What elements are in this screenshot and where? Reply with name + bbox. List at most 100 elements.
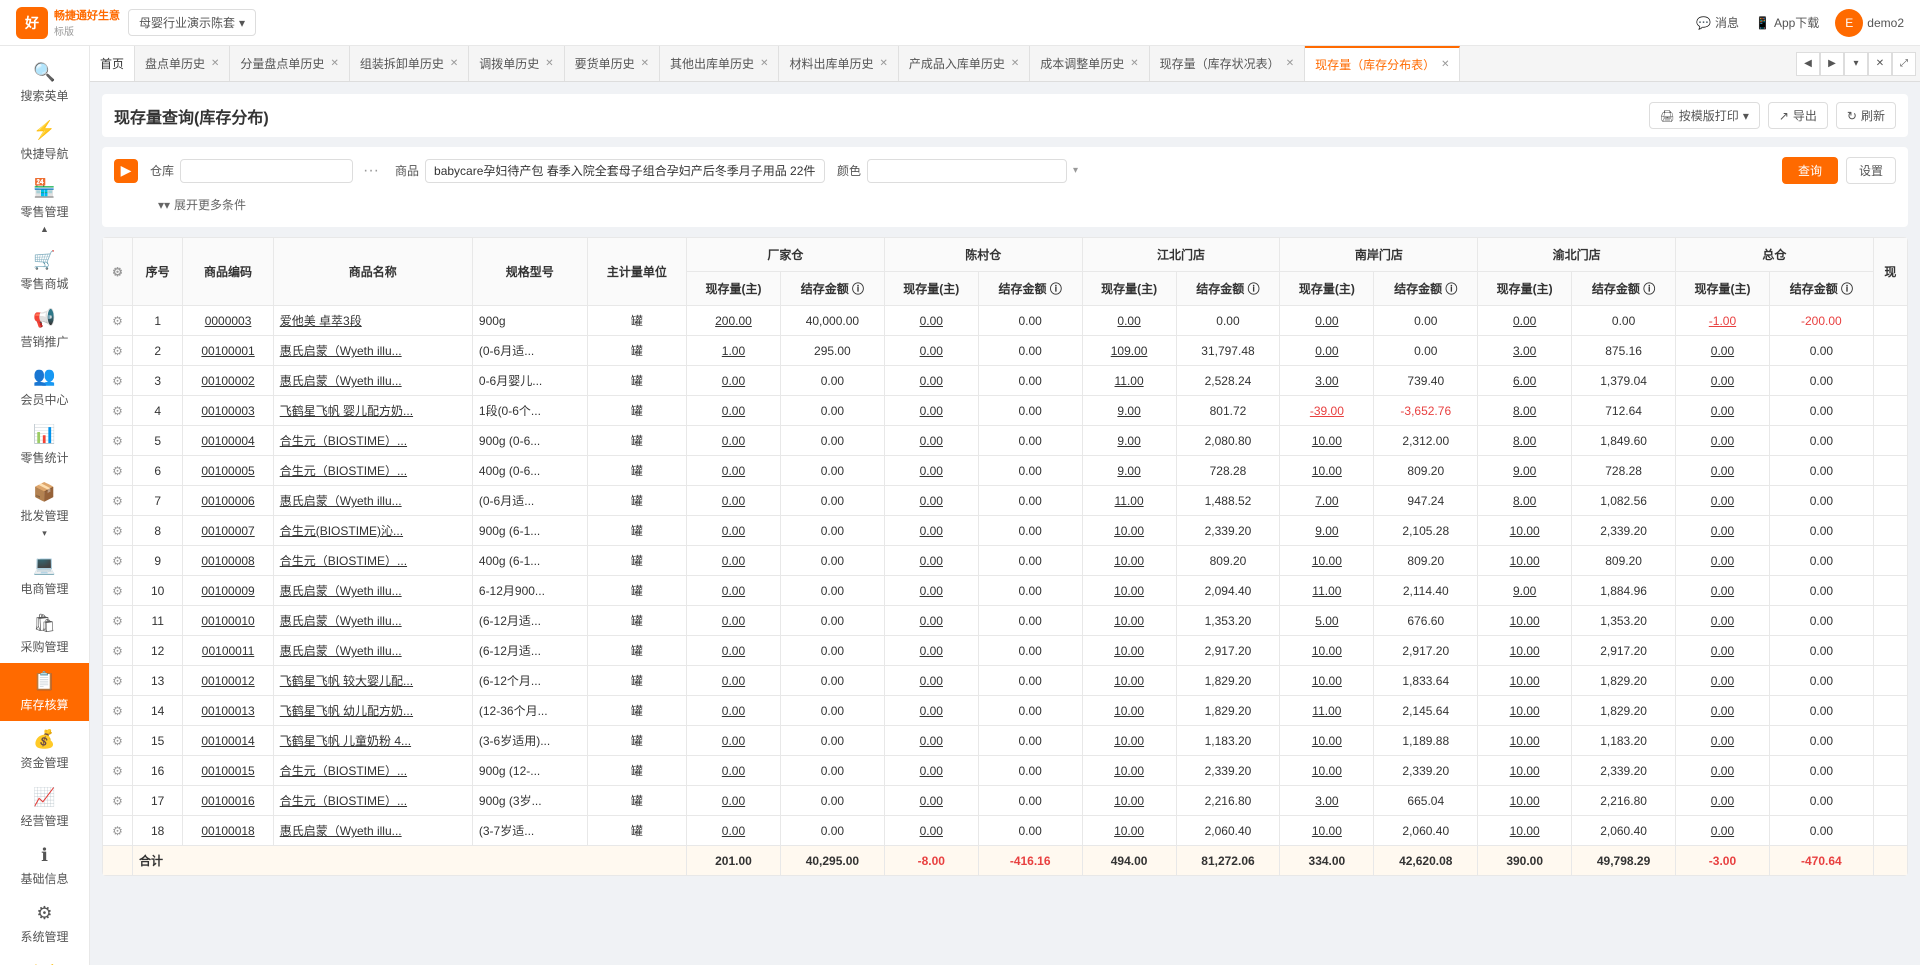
- row-gear[interactable]: ⚙: [103, 336, 133, 366]
- row-c1-qty[interactable]: 0.00: [687, 786, 781, 816]
- row-c1-qty[interactable]: 0.00: [687, 366, 781, 396]
- row-c5-qty[interactable]: 10.00: [1478, 666, 1572, 696]
- tab-stock-status[interactable]: 现存量（库存状况表） ✕: [1150, 46, 1305, 82]
- row-name[interactable]: 飞鹤星飞帆 婴儿配方奶...: [273, 396, 472, 426]
- row-c2-qty[interactable]: 0.00: [884, 306, 978, 336]
- row-c2-qty[interactable]: 0.00: [884, 696, 978, 726]
- tab-other-out[interactable]: 其他出库单历史 ✕: [660, 46, 779, 82]
- row-c4-qty[interactable]: 3.00: [1280, 786, 1374, 816]
- tab-close-all-button[interactable]: ✕: [1868, 52, 1892, 76]
- row-gear[interactable]: ⚙: [103, 456, 133, 486]
- warehouse-input[interactable]: [180, 159, 353, 183]
- row-total-qty[interactable]: 0.00: [1676, 816, 1770, 846]
- row-gear[interactable]: ⚙: [103, 396, 133, 426]
- row-c5-qty[interactable]: 10.00: [1478, 786, 1572, 816]
- row-name[interactable]: 飞鹤星飞帆 幼儿配方奶...: [273, 696, 472, 726]
- row-name[interactable]: 合生元（BIOSTIME）...: [273, 786, 472, 816]
- row-c4-qty[interactable]: 5.00: [1280, 606, 1374, 636]
- row-total-qty[interactable]: 0.00: [1676, 576, 1770, 606]
- sidebar-item-operations[interactable]: 📈 经营管理: [0, 779, 89, 837]
- row-code[interactable]: 00100002: [183, 366, 273, 396]
- row-total-qty[interactable]: 0.00: [1676, 546, 1770, 576]
- row-gear[interactable]: ⚙: [103, 666, 133, 696]
- row-c5-qty[interactable]: 10.00: [1478, 516, 1572, 546]
- row-name[interactable]: 惠氏启蒙（Wyeth illu...: [273, 366, 472, 396]
- row-code[interactable]: 00100018: [183, 816, 273, 846]
- sidebar-item-inventory[interactable]: 📋 库存核算: [0, 663, 89, 721]
- row-c5-qty[interactable]: 8.00: [1478, 426, 1572, 456]
- sidebar-item-collab[interactable]: 🤝 企业协同: [0, 953, 89, 965]
- row-c1-qty[interactable]: 0.00: [687, 486, 781, 516]
- row-c3-qty[interactable]: 9.00: [1082, 456, 1176, 486]
- row-c1-qty[interactable]: 0.00: [687, 726, 781, 756]
- row-name[interactable]: 合生元（BIOSTIME）...: [273, 456, 472, 486]
- row-name[interactable]: 惠氏启蒙（Wyeth illu...: [273, 606, 472, 636]
- row-total-qty[interactable]: 0.00: [1676, 426, 1770, 456]
- row-gear[interactable]: ⚙: [103, 726, 133, 756]
- row-total-qty[interactable]: 0.00: [1676, 726, 1770, 756]
- row-gear[interactable]: ⚙: [103, 546, 133, 576]
- tab-next-button[interactable]: ▶: [1820, 52, 1844, 76]
- row-c4-qty[interactable]: 11.00: [1280, 696, 1374, 726]
- sidebar-item-retail-stats[interactable]: 📊 零售统计: [0, 416, 89, 474]
- row-code[interactable]: 00100006: [183, 486, 273, 516]
- row-c1-qty[interactable]: 0.00: [687, 816, 781, 846]
- close-icon[interactable]: ✕: [450, 58, 458, 69]
- row-c4-qty[interactable]: 7.00: [1280, 486, 1374, 516]
- tab-product-in[interactable]: 产成品入库单历史 ✕: [899, 46, 1030, 82]
- row-gear[interactable]: ⚙: [103, 426, 133, 456]
- close-icon[interactable]: ✕: [1011, 58, 1019, 69]
- row-c3-qty[interactable]: 109.00: [1082, 336, 1176, 366]
- row-c4-qty[interactable]: 0.00: [1280, 336, 1374, 366]
- row-c1-qty[interactable]: 0.00: [687, 606, 781, 636]
- sidebar-item-purchase[interactable]: 🛍 采购管理: [0, 605, 89, 663]
- row-c1-qty[interactable]: 0.00: [687, 636, 781, 666]
- row-c2-qty[interactable]: 0.00: [884, 336, 978, 366]
- row-c1-qty[interactable]: 0.00: [687, 756, 781, 786]
- sidebar-item-marketing[interactable]: 📢 营销推广: [0, 300, 89, 358]
- row-name[interactable]: 惠氏启蒙（Wyeth illu...: [273, 636, 472, 666]
- row-c5-qty[interactable]: 10.00: [1478, 546, 1572, 576]
- sidebar-item-retail-mgmt[interactable]: 🏪 零售管理 ▲: [0, 170, 89, 242]
- row-total-qty[interactable]: 0.00: [1676, 516, 1770, 546]
- row-c1-qty[interactable]: 0.00: [687, 426, 781, 456]
- row-c5-qty[interactable]: 9.00: [1478, 576, 1572, 606]
- row-c1-qty[interactable]: 0.00: [687, 576, 781, 606]
- row-c3-qty[interactable]: 10.00: [1082, 696, 1176, 726]
- row-c4-qty[interactable]: 10.00: [1280, 756, 1374, 786]
- goods-input[interactable]: [425, 159, 825, 183]
- row-name[interactable]: 飞鹤星飞帆 儿童奶粉 4...: [273, 726, 472, 756]
- row-code[interactable]: 00100004: [183, 426, 273, 456]
- row-total-qty[interactable]: 0.00: [1676, 336, 1770, 366]
- row-c2-qty[interactable]: 0.00: [884, 756, 978, 786]
- row-gear[interactable]: ⚙: [103, 576, 133, 606]
- row-c4-qty[interactable]: 9.00: [1280, 516, 1374, 546]
- sidebar-item-finance[interactable]: 💰 资金管理: [0, 721, 89, 779]
- row-c3-qty[interactable]: 11.00: [1082, 366, 1176, 396]
- tab-cost-adjust[interactable]: 成本调整单历史 ✕: [1030, 46, 1149, 82]
- sidebar-item-mall[interactable]: 🛒 零售商城: [0, 242, 89, 300]
- row-c5-qty[interactable]: 10.00: [1478, 816, 1572, 846]
- close-icon[interactable]: ✕: [1286, 58, 1294, 69]
- tab-portion-stocktake[interactable]: 分量盘点单历史 ✕: [230, 46, 349, 82]
- row-c4-qty[interactable]: 10.00: [1280, 816, 1374, 846]
- row-c4-qty[interactable]: 3.00: [1280, 366, 1374, 396]
- row-total-qty[interactable]: 0.00: [1676, 366, 1770, 396]
- row-c5-qty[interactable]: 9.00: [1478, 456, 1572, 486]
- row-c2-qty[interactable]: 0.00: [884, 426, 978, 456]
- row-total-qty[interactable]: 0.00: [1676, 666, 1770, 696]
- row-c5-qty[interactable]: 10.00: [1478, 726, 1572, 756]
- row-c5-qty[interactable]: 3.00: [1478, 336, 1572, 366]
- close-icon[interactable]: ✕: [879, 58, 887, 69]
- row-c3-qty[interactable]: 10.00: [1082, 726, 1176, 756]
- sidebar-item-nav[interactable]: ⚡ 快捷导航: [0, 112, 89, 170]
- tab-expand-button[interactable]: ⤢: [1892, 52, 1916, 76]
- row-name[interactable]: 合生元（BIOSTIME）...: [273, 756, 472, 786]
- row-code[interactable]: 00100005: [183, 456, 273, 486]
- row-c3-qty[interactable]: 10.00: [1082, 516, 1176, 546]
- row-c1-qty[interactable]: 0.00: [687, 456, 781, 486]
- user-menu[interactable]: E demo2: [1835, 9, 1904, 37]
- row-c2-qty[interactable]: 0.00: [884, 636, 978, 666]
- store-selector[interactable]: 母婴行业演示陈套 ▾: [128, 9, 256, 36]
- row-c2-qty[interactable]: 0.00: [884, 456, 978, 486]
